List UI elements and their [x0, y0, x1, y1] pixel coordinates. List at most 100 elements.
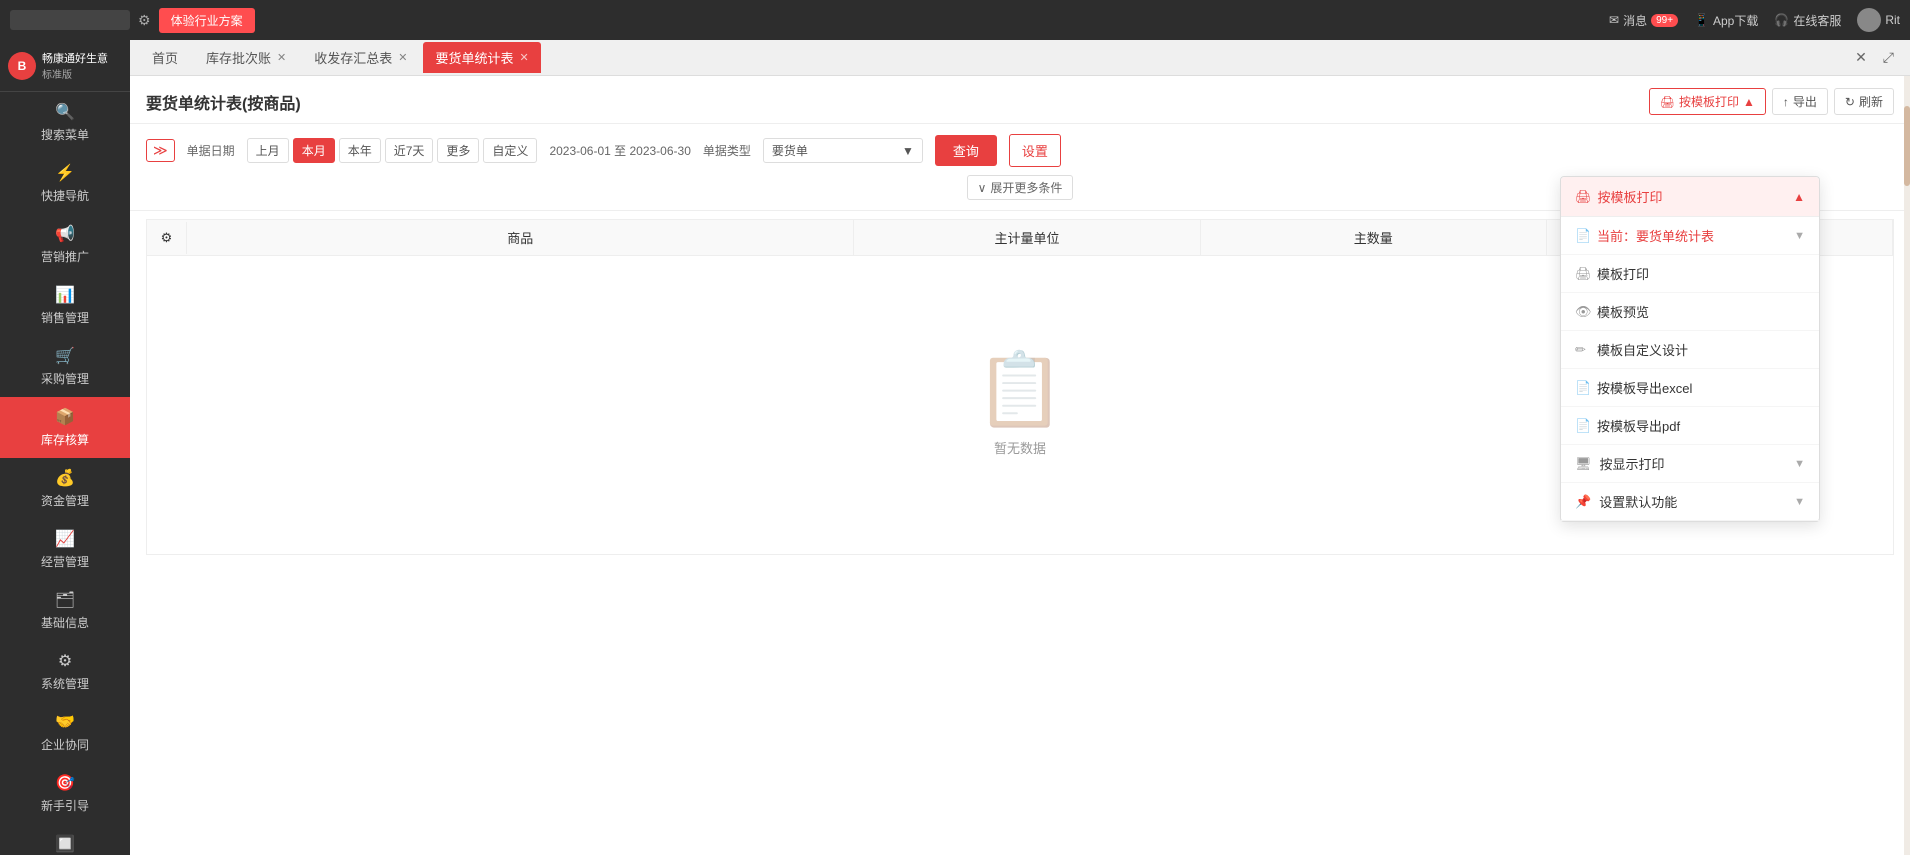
sidebar-item-nav[interactable]: ⚡ 快捷导航 [0, 153, 130, 214]
sidebar-label-marketing: 营销推广 [41, 248, 89, 265]
export-icon: ↑ [1783, 95, 1789, 109]
sidebar-label-basic: 基础信息 [41, 614, 89, 631]
tab-stock-summary-close[interactable]: ✕ [398, 51, 407, 64]
sidebar-item-guide[interactable]: 🎯 新手引导 [0, 763, 130, 824]
export-pdf-label: 按模板导出pdf [1597, 416, 1680, 435]
sidebar-item-purchase[interactable]: 🛒 采购管理 [0, 336, 130, 397]
date-btn-7days[interactable]: 近7天 [385, 138, 434, 163]
sidebar-item-system[interactable]: ⚙ 系统管理 [0, 641, 130, 702]
scrollbar-thumb[interactable] [1904, 106, 1910, 186]
expand-more-label: 展开更多条件 [990, 179, 1062, 196]
sidebar-logo: B 畅康通好生意 标准版 [0, 40, 130, 92]
print-dropdown-title-text: 按模板打印 [1598, 187, 1663, 206]
tab-home[interactable]: 首页 [140, 42, 190, 73]
app-download-item[interactable]: 📱 App下载 [1694, 12, 1758, 29]
export-pdf-icon: 📄 [1575, 418, 1591, 434]
window-close-btn[interactable]: ✕ [1849, 47, 1873, 68]
user-item[interactable]: Rit [1857, 8, 1900, 32]
tab-inventory-batch-close[interactable]: ✕ [277, 51, 286, 64]
message-item[interactable]: ✉ 消息 99+ [1609, 12, 1678, 29]
window-expand-btn[interactable]: ⤢ [1877, 47, 1900, 68]
page-header: 要货单统计表(按商品) 🖨 按模板打印 ▲ ↑ 导出 [130, 76, 1910, 124]
top-search-input[interactable] [10, 10, 130, 30]
th-unit: 主计量单位 [854, 220, 1200, 255]
print-arrow-up: ▲ [1743, 95, 1755, 109]
dropdown-section-set-default[interactable]: 📌 设置默认功能 ▼ [1561, 483, 1819, 521]
sidebar-item-inventory[interactable]: 📦 库存核算 [0, 397, 130, 458]
date-btn-custom[interactable]: 自定义 [483, 138, 537, 163]
display-print-icon: 🖥 [1575, 456, 1592, 472]
message-icon: ✉ [1609, 13, 1619, 27]
sidebar-item-apps[interactable]: 🔲 应用中心 [0, 824, 130, 855]
sidebar-label-corp: 企业协同 [41, 736, 89, 753]
marketing-icon: 📢 [55, 224, 75, 244]
dropdown-current-item[interactable]: 📄 当前：要货单统计表 ▼ [1561, 217, 1819, 255]
date-btn-more[interactable]: 更多 [437, 138, 479, 163]
settings-icon[interactable]: ⚙ [138, 12, 151, 29]
date-btn-this-month[interactable]: 本月 [293, 138, 335, 163]
date-btn-this-year[interactable]: 本年 [339, 138, 381, 163]
dropdown-template-design[interactable]: ✏ 模板自定义设计 [1561, 331, 1819, 369]
sidebar-item-operation[interactable]: 📈 经营管理 [0, 519, 130, 580]
top-bar-left: ⚙ 体验行业方案 [10, 8, 1601, 33]
top-bar: ⚙ 体验行业方案 ✉ 消息 99+ 📱 App下载 🎧 在线客服 Rit [0, 0, 1910, 40]
tab-order-stat-close[interactable]: ✕ [520, 51, 529, 64]
tab-order-stat-label: 要货单统计表 [435, 48, 513, 67]
dropdown-export-pdf[interactable]: 📄 按模板导出pdf [1561, 407, 1819, 445]
sidebar-label-finance: 资金管理 [41, 492, 89, 509]
export-excel-label: 按模板导出excel [1597, 378, 1692, 397]
current-item-label: 当前：要货单统计表 [1597, 226, 1714, 245]
template-print-label: 模板打印 [1597, 264, 1649, 283]
expand-chevron-icon: ∨ [978, 181, 987, 195]
sidebar-item-search[interactable]: 🔍 搜索菜单 [0, 92, 130, 153]
dropdown-export-excel[interactable]: 📄 按模板导出excel [1561, 369, 1819, 407]
print-button[interactable]: 🖨 按模板打印 ▲ [1649, 88, 1766, 115]
tab-stock-summary[interactable]: 收发存汇总表 ✕ [302, 42, 419, 73]
filter-expand-icon[interactable]: ≫ [146, 139, 175, 162]
online-service-item[interactable]: 🎧 在线客服 [1774, 12, 1841, 29]
header-actions: 🖨 按模板打印 ▲ ↑ 导出 ↻ 刷新 [1649, 88, 1894, 115]
expand-more-btn[interactable]: ∨ 展开更多条件 [967, 175, 1074, 200]
sidebar-item-basic[interactable]: 🗂 基础信息 [0, 580, 130, 641]
tab-home-label: 首页 [152, 48, 178, 67]
type-select[interactable]: 要货单 ▼ [763, 138, 923, 163]
message-label: 消息 [1623, 12, 1647, 29]
inventory-icon: 📦 [55, 407, 75, 427]
th-settings[interactable]: ⚙ [147, 222, 187, 254]
content-area: 首页 库存批次账 ✕ 收发存汇总表 ✕ 要货单统计表 ✕ ✕ ⤢ [130, 40, 1910, 855]
section-left-display: 🖥 按显示打印 [1575, 454, 1665, 473]
tab-inventory-batch[interactable]: 库存批次账 ✕ [194, 42, 298, 73]
refresh-button[interactable]: ↻ 刷新 [1834, 88, 1894, 115]
date-filter-label: 单据日期 [187, 142, 235, 159]
type-filter-label: 单据类型 [703, 142, 751, 159]
dropdown-collapse-icon[interactable]: ▲ [1793, 190, 1805, 204]
sidebar-label-operation: 经营管理 [41, 553, 89, 570]
print-dropdown-header: 🖨 按模板打印 ▲ [1561, 177, 1819, 217]
query-button[interactable]: 查询 [935, 135, 997, 166]
top-bar-right: ✉ 消息 99+ 📱 App下载 🎧 在线客服 Rit [1609, 8, 1900, 32]
sidebar-item-finance[interactable]: 💰 资金管理 [0, 458, 130, 519]
tab-bar: 首页 库存批次账 ✕ 收发存汇总表 ✕ 要货单统计表 ✕ ✕ ⤢ [130, 40, 1910, 76]
section-display-arrow: ▼ [1794, 458, 1805, 470]
default-func-icon: 📌 [1575, 494, 1591, 510]
print-label: 按模板打印 [1679, 93, 1739, 110]
sidebar-item-corp[interactable]: 🤝 企业协同 [0, 702, 130, 763]
print-dropdown: 🖨 按模板打印 ▲ 📄 当前：要货单统计表 ▼ 🖨 模板打印 [1560, 176, 1820, 522]
export-excel-icon: 📄 [1575, 380, 1591, 396]
empty-text: 暂无数据 [994, 438, 1046, 457]
sidebar-item-marketing[interactable]: 📢 营销推广 [0, 214, 130, 275]
right-scrollbar[interactable] [1904, 76, 1910, 855]
sidebar-label-guide: 新手引导 [41, 797, 89, 814]
tab-order-stat[interactable]: 要货单统计表 ✕ [423, 42, 540, 73]
date-btn-last-month[interactable]: 上月 [247, 138, 289, 163]
trial-button[interactable]: 体验行业方案 [159, 8, 255, 33]
dropdown-template-preview[interactable]: 👁 模板预览 [1561, 293, 1819, 331]
dropdown-section-display-print[interactable]: 🖥 按显示打印 ▼ [1561, 445, 1819, 483]
search-icon: 🔍 [55, 102, 75, 122]
export-label: 导出 [1793, 93, 1817, 110]
sidebar-item-sales[interactable]: 📊 销售管理 [0, 275, 130, 336]
dropdown-template-print[interactable]: 🖨 模板打印 [1561, 255, 1819, 293]
export-button[interactable]: ↑ 导出 [1772, 88, 1828, 115]
purchase-icon: 🛒 [55, 346, 75, 366]
settings-button[interactable]: 设置 [1009, 134, 1061, 167]
